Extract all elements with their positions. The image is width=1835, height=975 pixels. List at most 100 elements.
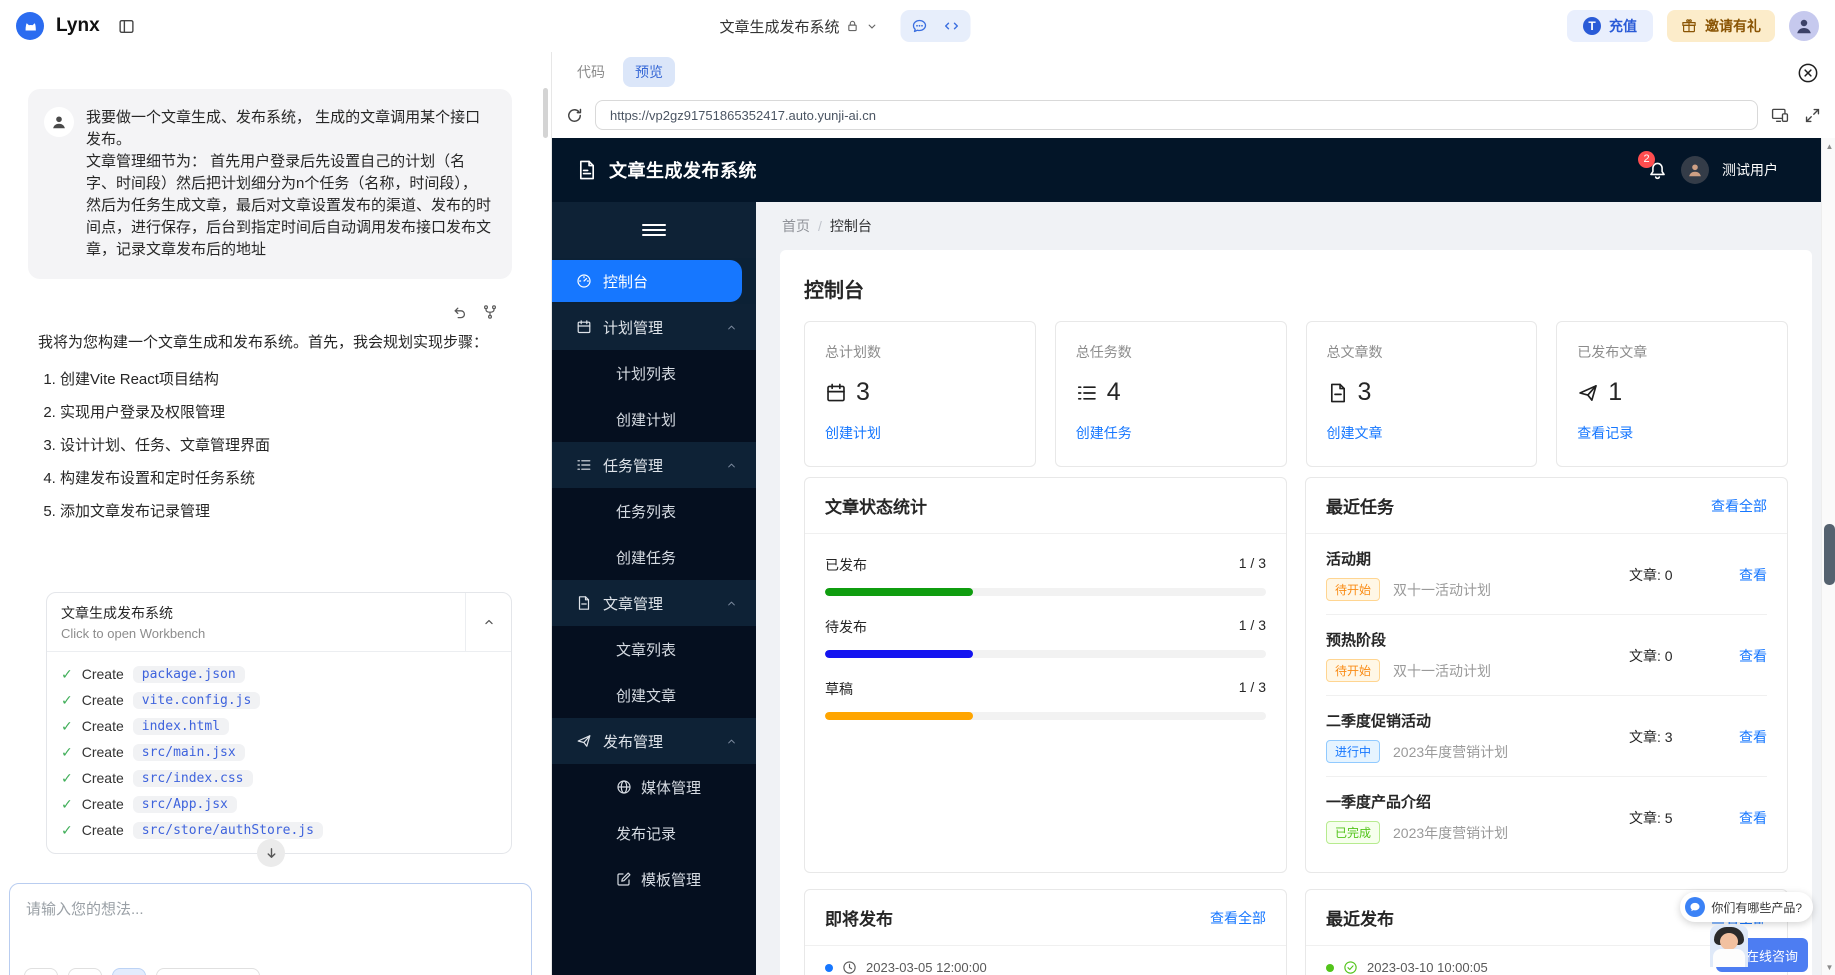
- lynx-logo[interactable]: [16, 12, 44, 40]
- hamburger-menu-button[interactable]: [552, 202, 756, 258]
- upcoming-card-title: 即将发布: [825, 910, 893, 929]
- stat-action-link[interactable]: 创建文章: [1327, 423, 1383, 443]
- enhance-button[interactable]: [68, 968, 102, 975]
- code-mode-button[interactable]: [936, 13, 968, 39]
- check-icon: ✓: [61, 717, 73, 734]
- stat-value: 4: [1076, 378, 1266, 407]
- tab-code[interactable]: 代码: [569, 57, 613, 87]
- file-name[interactable]: src/main.jsx: [132, 743, 245, 761]
- workbench-subtitle: Click to open Workbench: [61, 626, 206, 641]
- file-name[interactable]: package.json: [132, 665, 245, 683]
- branch-icon[interactable]: [482, 304, 498, 320]
- invite-button[interactable]: 邀请有礼: [1667, 10, 1775, 42]
- task-article-count: 文章: 3: [1629, 728, 1673, 745]
- scroll-down-arrow[interactable]: ▼: [1822, 959, 1835, 975]
- sidebar-item-label: 计划管理: [603, 319, 664, 337]
- file-action: Create: [81, 718, 124, 734]
- app-main: 首页 / 控制台 控制台 总计划数 3 创建计划 总任务数 4 创建任务 总文章数 3 创建文章…: [756, 202, 1835, 975]
- sidebar-item-dashboard[interactable]: 控制台: [552, 260, 742, 302]
- workbench-collapse-button[interactable]: [465, 593, 511, 651]
- file-name[interactable]: src/App.jsx: [132, 795, 237, 813]
- generate-backend-button[interactable]: 生成后台: [156, 968, 260, 975]
- task-row: 二季度促销活动 进行中 2023年度营销计划 文章: 3 查看: [1326, 696, 1767, 777]
- task-view-link[interactable]: 查看: [1739, 727, 1767, 747]
- sidebar-item-article-group[interactable]: 文章管理: [552, 580, 756, 626]
- status-badge: 进行中: [1326, 740, 1381, 763]
- notification-badge: 2: [1638, 150, 1655, 168]
- tasks-view-all-link[interactable]: 查看全部: [1711, 496, 1767, 516]
- undo-icon[interactable]: [452, 304, 468, 320]
- sidebar-item-article-list[interactable]: 文章列表: [552, 626, 756, 672]
- task-name: 一季度产品介绍: [1326, 794, 1432, 811]
- sidebar-item-task-group[interactable]: 任务管理: [552, 442, 756, 488]
- upcoming-view-all-link[interactable]: 查看全部: [1210, 908, 1266, 928]
- chat-scrollbar[interactable]: [543, 88, 548, 138]
- sidebar-item-task-list[interactable]: 任务列表: [552, 488, 756, 534]
- coin-icon: T: [1583, 17, 1601, 35]
- mode-switcher: [900, 10, 971, 42]
- stat-action-link[interactable]: 创建计划: [825, 423, 881, 443]
- support-question: 你们有哪些产品?: [1711, 900, 1802, 915]
- expand-icon[interactable]: [1804, 107, 1821, 124]
- app-scrollbar[interactable]: ▲ ▼: [1821, 138, 1835, 975]
- online-support-button[interactable]: 在线咨询: [1710, 925, 1808, 972]
- sidebar-item-label: 发布记录: [616, 825, 677, 843]
- attach-button[interactable]: [24, 968, 58, 975]
- url-input[interactable]: [595, 100, 1758, 130]
- breadcrumb-home[interactable]: 首页: [782, 216, 810, 236]
- stat-action-link[interactable]: 查看记录: [1577, 423, 1633, 443]
- stat-action-link[interactable]: 创建任务: [1076, 423, 1132, 443]
- scroll-up-arrow[interactable]: ▲: [1822, 138, 1835, 154]
- device-preview-icon[interactable]: [1770, 106, 1790, 124]
- status-card-title: 文章状态统计: [825, 498, 927, 517]
- project-title-menu[interactable]: 文章生成发布系统: [719, 16, 878, 37]
- progress-fill: [825, 712, 973, 720]
- file-action: Create: [81, 796, 124, 812]
- sidebar-item-plan-create[interactable]: 创建计划: [552, 396, 756, 442]
- sidebar-item-plan-list[interactable]: 计划列表: [552, 350, 756, 396]
- file-name[interactable]: vite.config.js: [132, 691, 261, 709]
- file-name[interactable]: index.html: [132, 717, 230, 735]
- sidebar-item-article-create[interactable]: 创建文章: [552, 672, 756, 718]
- stat-number: 3: [1357, 378, 1372, 406]
- top-bar: Lynx 文章生成发布系统 T 充值 邀请有礼: [0, 0, 1835, 52]
- chat-input[interactable]: [10, 884, 531, 956]
- close-preview-button[interactable]: [1797, 62, 1819, 84]
- user-message-avatar: [44, 107, 74, 137]
- file-action: Create: [81, 692, 124, 708]
- status-dot: [825, 963, 833, 972]
- chat-mode-button[interactable]: [904, 13, 936, 39]
- sidebar-item-task-create[interactable]: 创建任务: [552, 534, 756, 580]
- recharge-button[interactable]: T 充值: [1567, 10, 1653, 42]
- sidebar-item-publish-group[interactable]: 发布管理: [552, 718, 756, 764]
- stat-label: 已发布文章: [1577, 344, 1648, 360]
- send-icon: [576, 733, 592, 749]
- task-rows: 活动期 待开始 双十一活动计划 文章: 0 查看 预热阶段 待开始 双十一活动计划 文章: 0查…: [1306, 534, 1787, 857]
- task-view-link[interactable]: 查看: [1739, 565, 1767, 585]
- sidebar-item-plan-group[interactable]: 计划管理: [552, 304, 756, 350]
- chevron-down-icon: [866, 20, 879, 33]
- notifications-button[interactable]: 2: [1638, 150, 1668, 181]
- file-name[interactable]: src/store/authStore.js: [132, 821, 323, 839]
- chat-bubble-button[interactable]: [112, 968, 146, 975]
- app-username[interactable]: 测试用户: [1722, 160, 1778, 180]
- task-view-link[interactable]: 查看: [1739, 646, 1767, 666]
- sidebar-item-media-manage[interactable]: 媒体管理: [552, 764, 756, 810]
- sidebar-item-template-manage[interactable]: 模板管理: [552, 856, 756, 902]
- task-name: 二季度促销活动: [1326, 713, 1432, 730]
- refresh-button[interactable]: [566, 107, 583, 124]
- sidebar-item-publish-records[interactable]: 发布记录: [552, 810, 756, 856]
- task-view-link[interactable]: 查看: [1739, 808, 1767, 828]
- assistant-step: 创建Vite React项目结构: [60, 370, 498, 390]
- sidebar-item-label: 媒体管理: [641, 779, 702, 797]
- workbench-open[interactable]: 文章生成发布系统 Click to open Workbench: [47, 593, 465, 651]
- scroll-to-bottom-button[interactable]: [257, 839, 285, 867]
- support-chat-bubble[interactable]: 你们有哪些产品?: [1680, 892, 1813, 922]
- tab-preview[interactable]: 预览: [623, 57, 675, 87]
- user-avatar[interactable]: [1789, 11, 1819, 41]
- app-user-avatar[interactable]: [1681, 156, 1709, 184]
- scrollbar-thumb[interactable]: [1824, 524, 1835, 585]
- status-dot: [1326, 963, 1334, 972]
- sidebar-toggle-icon[interactable]: [118, 18, 135, 35]
- file-name[interactable]: src/index.css: [132, 769, 253, 787]
